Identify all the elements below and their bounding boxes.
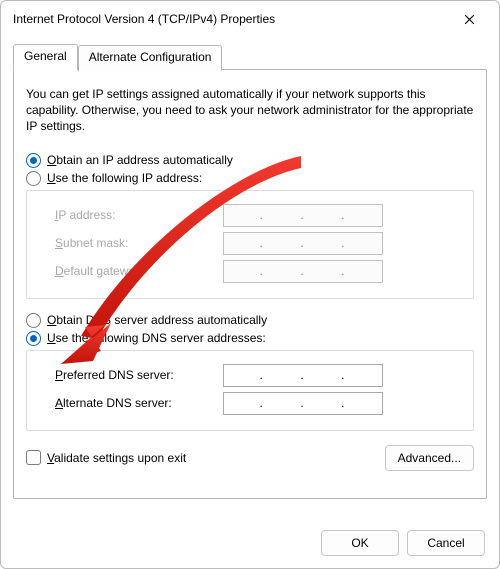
radio-icon: [26, 313, 41, 328]
ok-button[interactable]: OK: [321, 530, 399, 556]
window-title: Internet Protocol Version 4 (TCP/IPv4) P…: [13, 12, 447, 26]
radio-icon: [26, 153, 41, 168]
dialog-buttons: OK Cancel: [321, 530, 485, 556]
tab-general[interactable]: General: [13, 44, 78, 70]
tab-alternate[interactable]: Alternate Configuration: [78, 45, 223, 71]
radio-label: Obtain DNS server address automatically: [47, 313, 267, 327]
default-gateway-label: Default gateway:: [37, 264, 223, 278]
radio-label: Use the following IP address:: [47, 171, 202, 185]
default-gateway-input: ...: [223, 260, 383, 283]
field-subnet-mask: Subnet mask: ...: [37, 232, 463, 255]
subnet-mask-input: ...: [223, 232, 383, 255]
content-area: General Alternate Configuration You can …: [13, 43, 487, 520]
radio-use-dns-manual[interactable]: Use the following DNS server addresses:: [26, 331, 474, 346]
alternate-dns-input[interactable]: ...: [223, 392, 383, 415]
tabstrip: General Alternate Configuration: [13, 43, 222, 69]
bottom-row: Validate settings upon exit Advanced...: [26, 445, 474, 471]
titlebar: Internet Protocol Version 4 (TCP/IPv4) P…: [1, 1, 499, 37]
radio-icon: [26, 331, 41, 346]
field-default-gateway: Default gateway: ...: [37, 260, 463, 283]
ipv4-properties-dialog: Internet Protocol Version 4 (TCP/IPv4) P…: [0, 0, 500, 569]
close-button[interactable]: [447, 5, 491, 33]
ip-address-input: ...: [223, 204, 383, 227]
ip-fields-group: IP address: ... Subnet mask: ... Default…: [26, 190, 474, 299]
advanced-button[interactable]: Advanced...: [385, 445, 474, 471]
validate-label: Validate settings upon exit: [47, 451, 186, 465]
alternate-dns-label: Alternate DNS server:: [37, 396, 223, 410]
radio-obtain-ip-auto[interactable]: Obtain an IP address automatically: [26, 153, 474, 168]
radio-obtain-dns-auto[interactable]: Obtain DNS server address automatically: [26, 313, 474, 328]
subnet-mask-label: Subnet mask:: [37, 236, 223, 250]
field-ip-address: IP address: ...: [37, 204, 463, 227]
radio-use-ip-manual[interactable]: Use the following IP address:: [26, 171, 474, 186]
preferred-dns-input[interactable]: ...: [223, 364, 383, 387]
preferred-dns-label: Preferred DNS server:: [37, 368, 223, 382]
field-preferred-dns: Preferred DNS server: ...: [37, 364, 463, 387]
ip-address-label: IP address:: [37, 208, 223, 222]
tab-panel-general: You can get IP settings assigned automat…: [13, 69, 487, 499]
cancel-button[interactable]: Cancel: [407, 530, 485, 556]
validate-checkbox[interactable]: [26, 450, 41, 465]
field-alternate-dns: Alternate DNS server: ...: [37, 392, 463, 415]
description-text: You can get IP settings assigned automat…: [26, 86, 474, 135]
close-icon: [464, 14, 475, 25]
dns-fields-group: Preferred DNS server: ... Alternate DNS …: [26, 350, 474, 431]
radio-label: Obtain an IP address automatically: [47, 153, 233, 167]
radio-label: Use the following DNS server addresses:: [47, 331, 266, 345]
radio-icon: [26, 171, 41, 186]
